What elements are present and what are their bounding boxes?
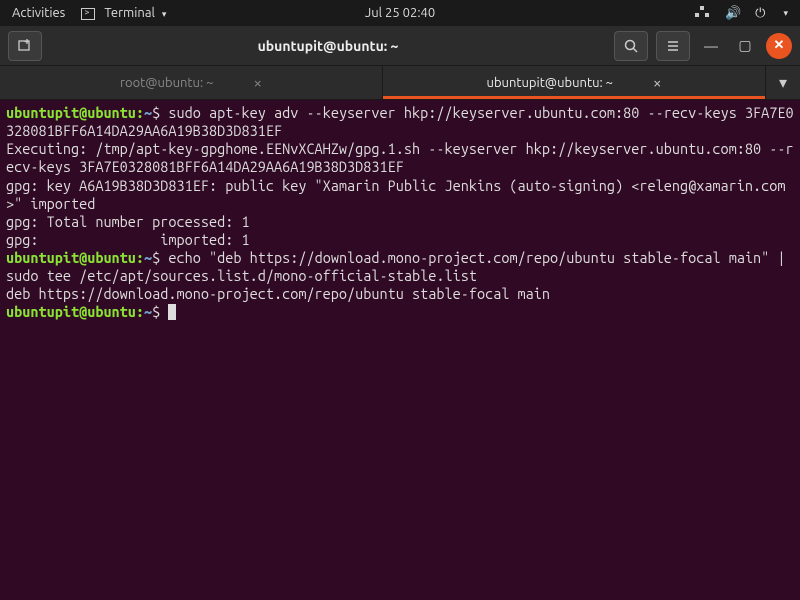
window-headerbar: ubuntupit@ubuntu: ~ — ▢ ✕ xyxy=(0,26,800,66)
chevron-down-icon[interactable]: ▾ xyxy=(783,8,788,19)
network-icon[interactable] xyxy=(695,6,711,20)
activities-button[interactable]: Activities xyxy=(12,6,65,20)
hamburger-icon xyxy=(665,38,681,54)
gnome-top-bar: Activities Terminal ▾ Jul 25 02:40 ▾ xyxy=(0,0,800,26)
prompt-path: ~ xyxy=(144,303,152,320)
maximize-button[interactable]: ▢ xyxy=(732,33,758,59)
new-tab-icon xyxy=(17,38,33,54)
terminal-icon xyxy=(81,8,95,20)
close-tab-icon[interactable]: × xyxy=(253,74,261,91)
close-button[interactable]: ✕ xyxy=(766,33,792,59)
tab-ubuntupit[interactable]: ubuntupit@ubuntu: ~ × xyxy=(383,66,766,99)
minimize-button[interactable]: — xyxy=(698,33,724,59)
prompt-path: ~ xyxy=(144,249,152,266)
search-icon xyxy=(623,38,639,54)
terminal-body[interactable]: ubuntupit@ubuntu:~$ sudo apt-key adv --k… xyxy=(0,100,800,600)
hamburger-menu-button[interactable] xyxy=(656,31,690,61)
tab-bar: root@ubuntu: ~ × ubuntupit@ubuntu: ~ × ▾ xyxy=(0,66,800,100)
chevron-down-icon: ▾ xyxy=(162,9,167,19)
app-menu[interactable]: Terminal ▾ xyxy=(81,6,166,20)
new-tab-button[interactable] xyxy=(8,31,42,61)
cursor xyxy=(168,304,176,320)
search-button[interactable] xyxy=(614,31,648,61)
tab-dropdown-button[interactable]: ▾ xyxy=(766,66,800,99)
terminal-window: ubuntupit@ubuntu: ~ — ▢ ✕ root@ubuntu: ~… xyxy=(0,26,800,600)
window-title: ubuntupit@ubuntu: ~ xyxy=(50,38,606,54)
prompt-user: ubuntupit@ubuntu xyxy=(6,303,136,320)
power-icon[interactable] xyxy=(755,6,765,21)
prompt-user: ubuntupit@ubuntu xyxy=(6,249,136,266)
clock[interactable]: Jul 25 02:40 xyxy=(365,6,435,20)
tab-label: root@ubuntu: ~ xyxy=(120,76,213,90)
prompt-path: ~ xyxy=(144,104,152,121)
volume-icon[interactable] xyxy=(725,6,741,21)
close-tab-icon[interactable]: × xyxy=(653,74,661,91)
tab-label: ubuntupit@ubuntu: ~ xyxy=(487,76,613,90)
prompt-user: ubuntupit@ubuntu xyxy=(6,104,136,121)
tab-root[interactable]: root@ubuntu: ~ × xyxy=(0,66,383,99)
